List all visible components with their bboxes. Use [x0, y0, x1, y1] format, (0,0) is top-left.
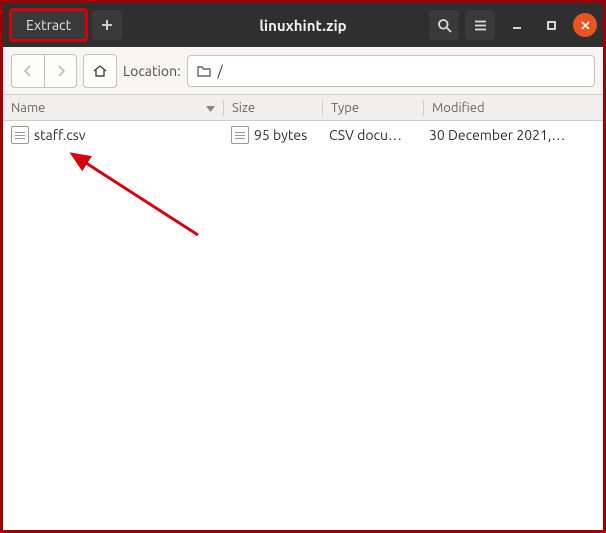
- extract-button[interactable]: Extract: [9, 8, 88, 42]
- maximize-button[interactable]: [539, 13, 563, 37]
- home-group: [83, 54, 117, 88]
- add-files-button[interactable]: [92, 10, 122, 40]
- search-button[interactable]: [429, 10, 459, 40]
- home-icon: [92, 63, 108, 79]
- plus-icon: [100, 18, 114, 32]
- modified-column-header[interactable]: Modified: [424, 101, 603, 115]
- folder-icon: [196, 63, 212, 79]
- text-file-icon: [231, 126, 249, 144]
- back-button[interactable]: [12, 55, 44, 87]
- forward-button[interactable]: [44, 55, 76, 87]
- close-window-button[interactable]: [573, 13, 597, 37]
- annotation-arrow: [58, 150, 218, 260]
- minimize-button[interactable]: [505, 13, 529, 37]
- home-button[interactable]: [84, 55, 116, 87]
- file-name-cell: staff.csv: [3, 126, 223, 144]
- location-label: Location:: [123, 63, 181, 79]
- chevron-left-icon: [22, 64, 34, 78]
- file-size-cell: 95 bytes: [223, 126, 321, 144]
- location-path: /: [218, 63, 223, 79]
- location-input[interactable]: /: [187, 55, 595, 87]
- window-frame: Extract linuxhint.zip: [0, 0, 606, 533]
- hamburger-icon: [473, 18, 488, 33]
- column-headers: Name Size Type Modified: [3, 95, 603, 121]
- name-column-header[interactable]: Name: [3, 101, 223, 115]
- sort-indicator-icon: [206, 101, 215, 115]
- search-icon: [437, 18, 452, 33]
- nav-arrow-group: [11, 54, 77, 88]
- chevron-right-icon: [55, 64, 67, 78]
- close-icon: [580, 20, 591, 31]
- hamburger-menu-button[interactable]: [465, 10, 495, 40]
- maximize-icon: [546, 20, 557, 31]
- file-type-cell: CSV docum…: [321, 127, 421, 143]
- size-column-header[interactable]: Size: [224, 101, 322, 115]
- table-row[interactable]: staff.csv 95 bytes CSV docum… 30 Decembe…: [3, 121, 603, 149]
- navigation-toolbar: Location: /: [3, 47, 603, 95]
- type-column-header[interactable]: Type: [323, 101, 423, 115]
- text-file-icon: [11, 126, 29, 144]
- minimize-icon: [511, 19, 523, 31]
- header-bar: Extract linuxhint.zip: [3, 3, 603, 47]
- file-list: staff.csv 95 bytes CSV docum… 30 Decembe…: [3, 121, 603, 530]
- file-modified-cell: 30 December 2021,…: [421, 127, 603, 143]
